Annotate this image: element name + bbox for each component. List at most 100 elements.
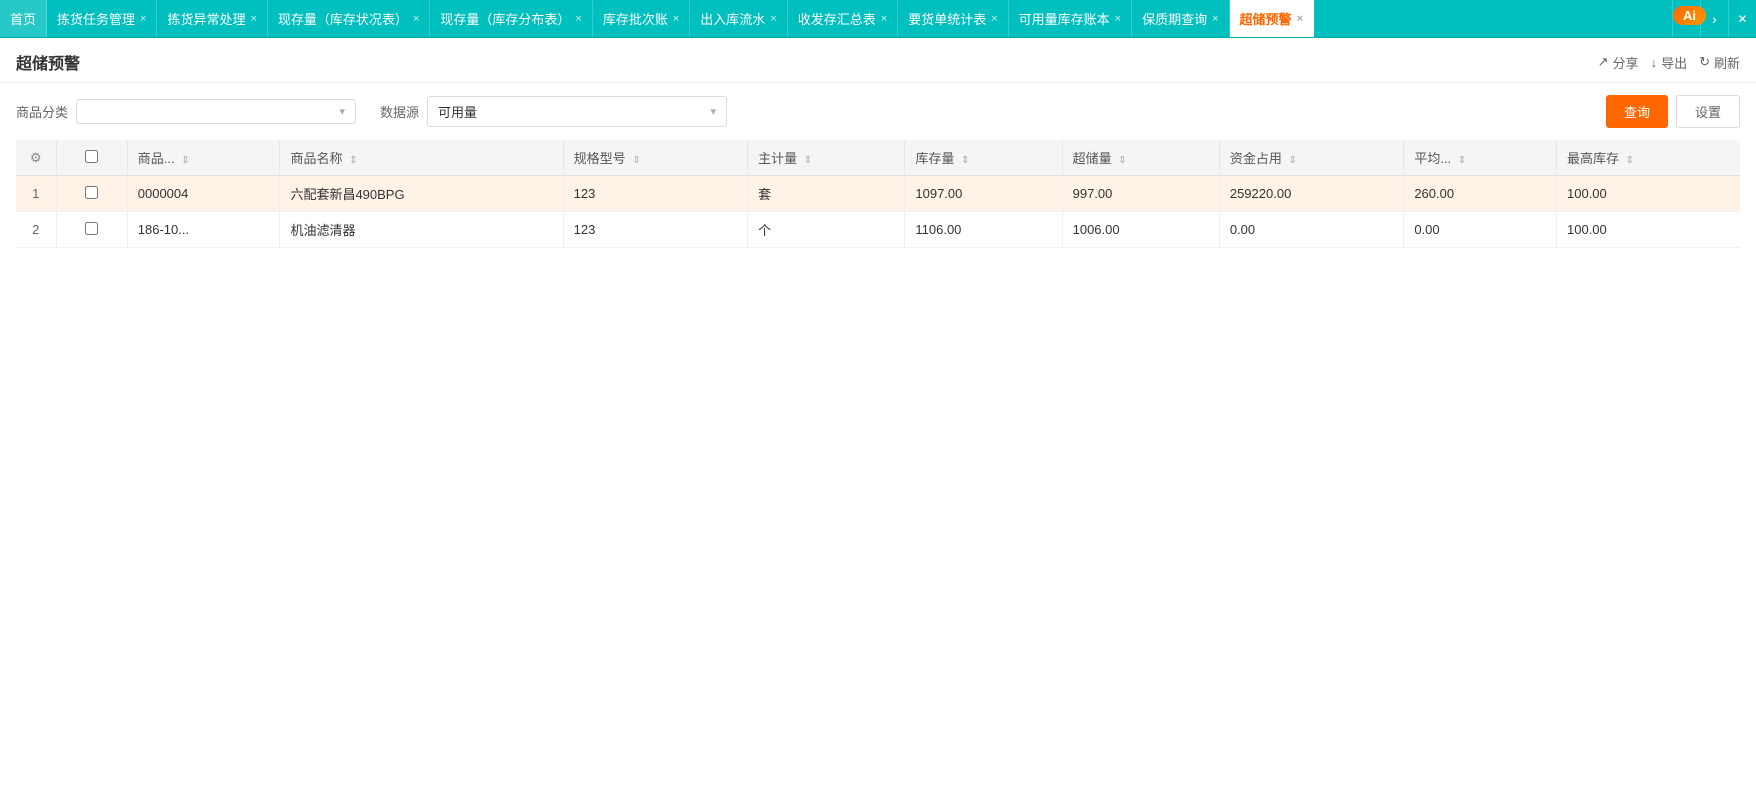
- th-stock-label: 库存量: [915, 151, 954, 166]
- table-row: 2186-10...机油滤清器123个1106.001006.000.000.0…: [16, 212, 1740, 248]
- nav-item-close-4[interactable]: ×: [575, 13, 581, 25]
- nav-item-label-4: 现存量（库存分布表）: [440, 9, 570, 28]
- cell-name-0: 六配套新昌490BPG: [280, 176, 563, 212]
- th-spec[interactable]: 规格型号 ⇕: [563, 140, 747, 176]
- commodity-category-select[interactable]: ▾: [76, 99, 356, 124]
- th-overstock[interactable]: 超储量 ⇕: [1062, 140, 1219, 176]
- commodity-category-filter: 商品分类 ▾: [16, 99, 356, 124]
- cell-capital-1: 0.00: [1219, 212, 1403, 248]
- page-actions: ↗ 分享 ↓ 导出 ↻ 刷新: [1598, 53, 1740, 72]
- th-code-sort-icon: ⇕: [181, 155, 189, 166]
- nav-item-label-5: 库存批次账: [603, 9, 668, 28]
- column-settings-icon[interactable]: ⚙: [30, 150, 42, 165]
- th-capital-label: 资金占用: [1230, 151, 1282, 166]
- refresh-icon: ↻: [1699, 54, 1710, 70]
- nav-item-3[interactable]: 现存量（库存状况表） ×: [268, 0, 430, 38]
- nav-item-0[interactable]: 首页: [0, 0, 47, 38]
- cell-spec-1: 123: [563, 212, 747, 248]
- nav-item-close-5[interactable]: ×: [673, 13, 679, 25]
- nav-item-label-1: 拣货任务管理: [57, 9, 135, 28]
- page-header: 超储预警 ↗ 分享 ↓ 导出 ↻ 刷新: [0, 38, 1756, 83]
- export-icon: ↓: [1651, 55, 1658, 70]
- cell-overstock-1: 1006.00: [1062, 212, 1219, 248]
- row-checkbox-0[interactable]: [85, 186, 98, 199]
- page-title: 超储预警: [16, 50, 80, 74]
- export-label: 导出: [1661, 53, 1687, 72]
- cell-max_stock-0: 100.00: [1557, 176, 1741, 212]
- cell-checkbox-0: [56, 176, 127, 212]
- cell-num-1: 2: [16, 212, 56, 248]
- th-avg-label: 平均...: [1414, 151, 1451, 166]
- datasource-select[interactable]: 可用量 ▾: [427, 96, 727, 127]
- datasource-label: 数据源: [380, 102, 419, 121]
- datasource-filter: 数据源 可用量 ▾: [380, 96, 727, 127]
- nav-item-10[interactable]: 保质期查询 ×: [1132, 0, 1229, 38]
- datasource-value: 可用量: [438, 102, 477, 121]
- share-icon: ↗: [1598, 54, 1609, 70]
- nav-item-9[interactable]: 可用量库存账本 ×: [1009, 0, 1132, 38]
- th-avg-sort-icon: ⇕: [1458, 155, 1466, 166]
- th-settings[interactable]: ⚙: [16, 140, 56, 176]
- th-max-stock[interactable]: 最高库存 ⇕: [1557, 140, 1741, 176]
- nav-item-6[interactable]: 出入库流水 ×: [690, 0, 787, 38]
- cell-unit-1: 个: [748, 212, 905, 248]
- cell-capital-0: 259220.00: [1219, 176, 1403, 212]
- nav-item-label-7: 收发存汇总表: [798, 9, 876, 28]
- nav-item-5[interactable]: 库存批次账 ×: [593, 0, 690, 38]
- nav-item-close-3[interactable]: ×: [413, 13, 419, 25]
- cell-checkbox-1: [56, 212, 127, 248]
- query-button[interactable]: 查询: [1606, 95, 1668, 128]
- nav-item-4[interactable]: 现存量（库存分布表） ×: [430, 0, 592, 38]
- select-all-checkbox[interactable]: [85, 150, 98, 163]
- table-row: 10000004六配套新昌490BPG123套1097.00997.002592…: [16, 176, 1740, 212]
- page-wrapper: 超储预警 ↗ 分享 ↓ 导出 ↻ 刷新 商品分类 ▾ 数据源: [0, 38, 1756, 800]
- nav-item-label-11: 超储预警: [1240, 9, 1292, 28]
- nav-item-close-9[interactable]: ×: [1115, 13, 1121, 25]
- share-label: 分享: [1613, 53, 1639, 72]
- th-code[interactable]: 商品... ⇕: [127, 140, 280, 176]
- th-name[interactable]: 商品名称 ⇕: [280, 140, 563, 176]
- nav-item-close-11[interactable]: ×: [1297, 13, 1303, 25]
- nav-item-8[interactable]: 要货单统计表 ×: [898, 0, 1008, 38]
- ai-badge[interactable]: Ai: [1673, 6, 1706, 25]
- nav-item-7[interactable]: 收发存汇总表 ×: [788, 0, 898, 38]
- filter-bar: 商品分类 ▾ 数据源 可用量 ▾ 查询 设置: [0, 83, 1756, 140]
- commodity-category-label: 商品分类: [16, 102, 68, 121]
- settings-button[interactable]: 设置: [1676, 95, 1740, 128]
- th-spec-label: 规格型号: [574, 151, 626, 166]
- table-header-row: ⚙ 商品... ⇕ 商品名称 ⇕ 规格型号 ⇕: [16, 140, 1740, 176]
- export-button[interactable]: ↓ 导出: [1651, 53, 1688, 72]
- nav-item-close-6[interactable]: ×: [770, 13, 776, 25]
- th-avg[interactable]: 平均... ⇕: [1404, 140, 1557, 176]
- nav-item-label-9: 可用量库存账本: [1019, 9, 1110, 28]
- nav-item-11[interactable]: 超储预警 ×: [1230, 0, 1314, 38]
- cell-overstock-0: 997.00: [1062, 176, 1219, 212]
- cell-code-1: 186-10...: [127, 212, 280, 248]
- th-capital[interactable]: 资金占用 ⇕: [1219, 140, 1403, 176]
- refresh-button[interactable]: ↻ 刷新: [1699, 53, 1740, 72]
- th-unit-sort-icon: ⇕: [804, 155, 812, 166]
- nav-arrow-close[interactable]: ✕: [1728, 0, 1756, 38]
- filter-actions: 查询 设置: [1606, 95, 1740, 128]
- cell-avg-1: 0.00: [1404, 212, 1557, 248]
- nav-item-close-2[interactable]: ×: [250, 13, 256, 25]
- th-name-label: 商品名称: [290, 151, 342, 166]
- nav-item-close-10[interactable]: ×: [1212, 13, 1218, 25]
- th-overstock-label: 超储量: [1073, 151, 1112, 166]
- row-checkbox-1[interactable]: [85, 222, 98, 235]
- th-overstock-sort-icon: ⇕: [1118, 155, 1126, 166]
- nav-item-close-7[interactable]: ×: [881, 13, 887, 25]
- cell-stock-0: 1097.00: [905, 176, 1062, 212]
- nav-item-label-3: 现存量（库存状况表）: [278, 9, 408, 28]
- th-stock[interactable]: 库存量 ⇕: [905, 140, 1062, 176]
- th-unit[interactable]: 主计量 ⇕: [748, 140, 905, 176]
- nav-item-2[interactable]: 拣货异常处理 ×: [157, 0, 267, 38]
- nav-item-1[interactable]: 拣货任务管理 ×: [47, 0, 157, 38]
- cell-code-0: 0000004: [127, 176, 280, 212]
- th-spec-sort-icon: ⇕: [632, 155, 640, 166]
- cell-name-1: 机油滤清器: [280, 212, 563, 248]
- share-button[interactable]: ↗ 分享: [1598, 53, 1639, 72]
- nav-item-close-1[interactable]: ×: [140, 13, 146, 25]
- data-table: ⚙ 商品... ⇕ 商品名称 ⇕ 规格型号 ⇕: [16, 140, 1740, 248]
- nav-item-close-8[interactable]: ×: [991, 13, 997, 25]
